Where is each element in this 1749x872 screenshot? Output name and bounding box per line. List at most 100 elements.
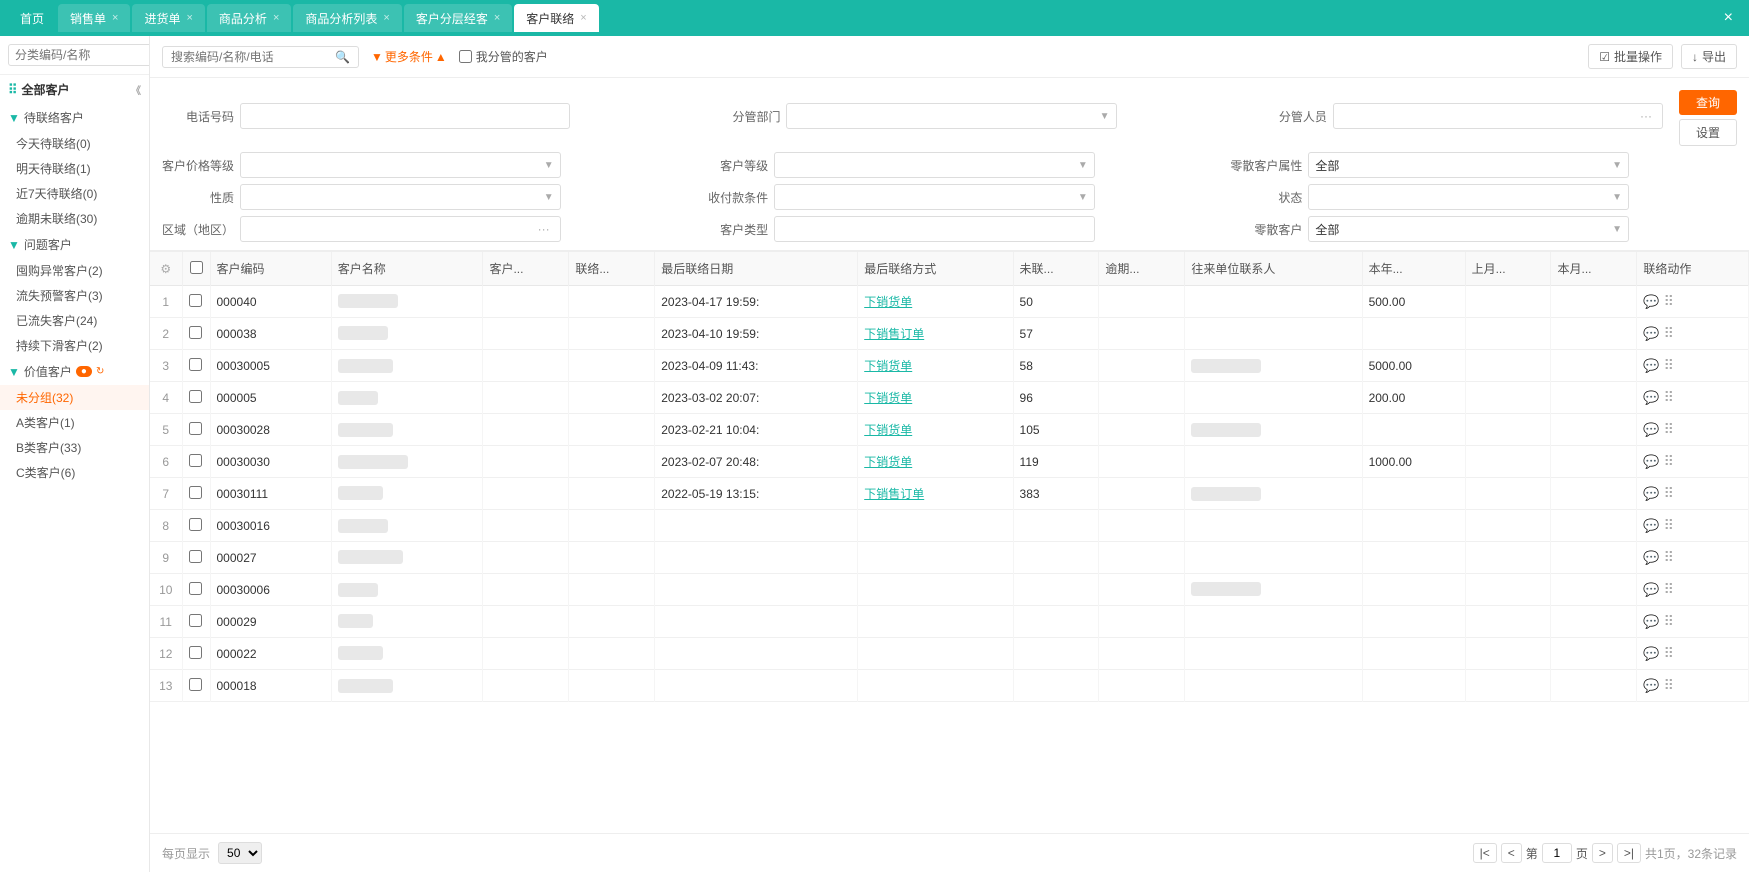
row-checkbox[interactable]: [189, 390, 202, 403]
grid-action-icon[interactable]: ⠿: [1664, 549, 1674, 566]
settings-icon[interactable]: ⚙: [160, 262, 171, 276]
payment-select[interactable]: ▼: [774, 184, 1095, 210]
reset-btn[interactable]: 设置: [1679, 119, 1737, 146]
contact-method-link[interactable]: 下销售订单: [864, 487, 924, 501]
page-last-btn[interactable]: >|: [1617, 843, 1641, 863]
row-checkbox[interactable]: [189, 550, 202, 563]
search-icon-main[interactable]: 🔍: [335, 50, 350, 64]
row-checkbox[interactable]: [189, 582, 202, 595]
refresh-icon[interactable]: ↻: [96, 366, 104, 377]
tab-home[interactable]: 首页: [8, 4, 56, 32]
sidebar-item-7days[interactable]: 近7天待联络(0): [0, 181, 149, 206]
tab-purchase-close[interactable]: ×: [186, 12, 192, 24]
row-checkbox[interactable]: [189, 326, 202, 339]
export-btn[interactable]: ↓ 导出: [1681, 44, 1737, 69]
sidebar-item-abnormal[interactable]: 囤购异常客户(2): [0, 258, 149, 283]
tab-sales-close[interactable]: ×: [112, 12, 118, 24]
manager-ellipsis[interactable]: ···: [1636, 109, 1656, 123]
contact-method-link[interactable]: 下销货单: [864, 391, 912, 405]
region-select[interactable]: ···: [240, 216, 561, 242]
tab-analysis-list-close[interactable]: ×: [383, 12, 389, 24]
sidebar-all-customers[interactable]: ⠿ 全部客户 《: [0, 75, 149, 104]
chat-icon[interactable]: 💬: [1643, 518, 1659, 534]
tab-analysis-close[interactable]: ×: [273, 12, 279, 24]
tab-analysis-list[interactable]: 商品分析列表 ×: [293, 4, 401, 32]
chat-icon[interactable]: 💬: [1643, 454, 1659, 470]
dept-select[interactable]: ▼: [786, 103, 1116, 129]
grid-action-icon[interactable]: ⠿: [1664, 677, 1674, 694]
grid-action-icon[interactable]: ⠿: [1664, 389, 1674, 406]
grid-action-icon[interactable]: ⠿: [1664, 645, 1674, 662]
batch-operation-btn[interactable]: ☑ 批量操作: [1588, 44, 1673, 69]
chat-icon[interactable]: 💬: [1643, 294, 1659, 310]
grid-action-icon[interactable]: ⠿: [1664, 453, 1674, 470]
sidebar-item-c-class[interactable]: C类客户(6): [0, 460, 149, 485]
sidebar-item-a-class[interactable]: A类客户(1): [0, 410, 149, 435]
grid-action-icon[interactable]: ⠿: [1664, 421, 1674, 438]
status-select[interactable]: ▼: [1308, 184, 1629, 210]
tab-customer-contact[interactable]: 客户联络 ×: [514, 4, 598, 32]
tab-customer-layer-close[interactable]: ×: [494, 12, 500, 24]
sidebar-item-churn-warning[interactable]: 流失预警客户(3): [0, 283, 149, 308]
row-checkbox[interactable]: [189, 646, 202, 659]
page-next-btn[interactable]: >: [1592, 843, 1613, 863]
chat-icon[interactable]: 💬: [1643, 486, 1659, 502]
page-first-btn[interactable]: |<: [1473, 843, 1497, 863]
chat-icon[interactable]: 💬: [1643, 582, 1659, 598]
row-checkbox[interactable]: [189, 358, 202, 371]
retail-customer-select[interactable]: 全部 ▼: [1308, 216, 1629, 242]
query-btn[interactable]: 查询: [1679, 90, 1737, 115]
tab-customer-layer[interactable]: 客户分层经客 ×: [404, 4, 512, 32]
phone-input[interactable]: [240, 103, 570, 129]
region-ellipsis[interactable]: ···: [534, 222, 554, 236]
search-input[interactable]: [171, 50, 331, 64]
contact-method-link[interactable]: 下销售订单: [864, 327, 924, 341]
tab-sales[interactable]: 销售单 ×: [58, 4, 130, 32]
grid-action-icon[interactable]: ⠿: [1664, 517, 1674, 534]
retail-attr-select[interactable]: 全部 ▼: [1308, 152, 1629, 178]
page-number-input[interactable]: [1542, 843, 1572, 863]
sidebar-item-tomorrow[interactable]: 明天待联络(1): [0, 156, 149, 181]
tab-purchase[interactable]: 进货单 ×: [132, 4, 204, 32]
grid-action-icon[interactable]: ⠿: [1664, 325, 1674, 342]
grid-action-icon[interactable]: ⠿: [1664, 293, 1674, 310]
sidebar-group-pending[interactable]: ▼ 待联络客户: [0, 104, 149, 131]
row-checkbox[interactable]: [189, 518, 202, 531]
chat-icon[interactable]: 💬: [1643, 390, 1659, 406]
chat-icon[interactable]: 💬: [1643, 550, 1659, 566]
manager-select[interactable]: ···: [1333, 103, 1663, 129]
grid-action-icon[interactable]: ⠿: [1664, 485, 1674, 502]
contact-method-link[interactable]: 下销货单: [864, 359, 912, 373]
customer-level-select[interactable]: ▼: [774, 152, 1095, 178]
more-conditions-btn[interactable]: ▼ 更多条件 ▲: [371, 48, 447, 65]
page-prev-btn[interactable]: <: [1501, 843, 1522, 863]
select-all-checkbox[interactable]: [190, 261, 203, 274]
nav-close-button[interactable]: ×: [1716, 9, 1741, 27]
sidebar-item-declining[interactable]: 持续下滑客户(2): [0, 333, 149, 358]
chat-icon[interactable]: 💬: [1643, 326, 1659, 342]
sidebar-item-ungroup[interactable]: 未分组(32): [0, 385, 149, 410]
sidebar-item-churned[interactable]: 已流失客户(24): [0, 308, 149, 333]
grid-action-icon[interactable]: ⠿: [1664, 613, 1674, 630]
sidebar-item-b-class[interactable]: B类客户(33): [0, 435, 149, 460]
tab-analysis[interactable]: 商品分析 ×: [207, 4, 291, 32]
sidebar-item-overdue[interactable]: 逾期未联络(30): [0, 206, 149, 231]
contact-method-link[interactable]: 下销货单: [864, 455, 912, 469]
row-checkbox[interactable]: [189, 454, 202, 467]
row-checkbox[interactable]: [189, 486, 202, 499]
grid-action-icon[interactable]: ⠿: [1664, 357, 1674, 374]
tab-customer-contact-close[interactable]: ×: [580, 12, 586, 24]
sidebar-search-input[interactable]: [8, 44, 150, 66]
grid-action-icon[interactable]: ⠿: [1664, 581, 1674, 598]
contact-method-link[interactable]: 下销货单: [864, 295, 912, 309]
sidebar-group-problem[interactable]: ▼ 问题客户: [0, 231, 149, 258]
gender-select[interactable]: ▼: [240, 184, 561, 210]
row-checkbox[interactable]: [189, 422, 202, 435]
chat-icon[interactable]: 💬: [1643, 646, 1659, 662]
contact-method-link[interactable]: 下销货单: [864, 423, 912, 437]
customer-type-select[interactable]: [774, 216, 1095, 242]
chat-icon[interactable]: 💬: [1643, 358, 1659, 374]
my-customers-checkbox[interactable]: [459, 50, 472, 63]
row-checkbox[interactable]: [189, 614, 202, 627]
sidebar-group-value[interactable]: ▼ 价值客户 ● ↻: [0, 358, 149, 385]
